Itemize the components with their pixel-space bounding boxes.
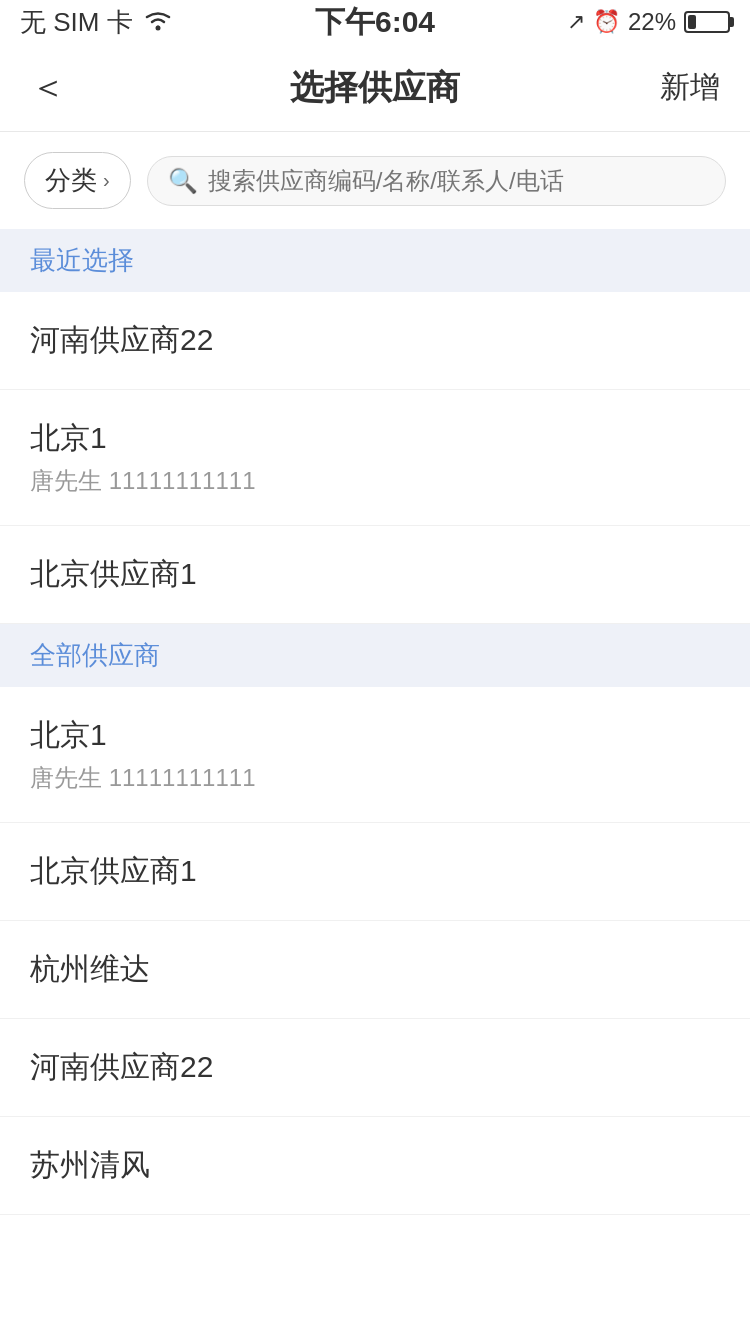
filter-bar: 分类 › 🔍 (0, 132, 750, 229)
list-item[interactable]: 北京供应商1 (0, 526, 750, 624)
list-item[interactable]: 北京供应商1 (0, 823, 750, 921)
location-icon: ↗ (567, 9, 585, 35)
item-name: 苏州清风 (30, 1145, 720, 1186)
wifi-icon (143, 7, 173, 38)
category-label: 分类 (45, 163, 97, 198)
recent-section-header: 最近选择 (0, 229, 750, 292)
recent-section-label: 最近选择 (30, 245, 134, 275)
all-section-header: 全部供应商 (0, 624, 750, 687)
status-time: 下午6:04 (315, 2, 435, 43)
no-sim-label: 无 SIM 卡 (20, 5, 133, 40)
search-icon: 🔍 (168, 167, 198, 195)
all-list: 北京1 唐先生 11111111111 北京供应商1 杭州维达 河南供应商22 … (0, 687, 750, 1215)
status-bar: 无 SIM 卡 下午6:04 ↗ ⏰ 22% (0, 0, 750, 44)
alarm-icon: ⏰ (593, 9, 620, 35)
item-name: 北京供应商1 (30, 554, 720, 595)
list-item[interactable]: 北京1 唐先生 11111111111 (0, 390, 750, 526)
svg-point-0 (155, 25, 160, 30)
recent-list: 河南供应商22 北京1 唐先生 11111111111 北京供应商1 (0, 292, 750, 624)
all-section-label: 全部供应商 (30, 640, 160, 670)
nav-bar: ＜ 选择供应商 新增 (0, 44, 750, 132)
search-box[interactable]: 🔍 (147, 156, 726, 206)
list-item[interactable]: 北京1 唐先生 11111111111 (0, 687, 750, 823)
chevron-right-icon: › (103, 169, 110, 192)
search-input[interactable] (208, 167, 705, 195)
battery-percent: 22% (628, 8, 676, 36)
item-contact: 唐先生 11111111111 (30, 465, 720, 497)
item-name: 北京供应商1 (30, 851, 720, 892)
status-right: ↗ ⏰ 22% (567, 8, 730, 36)
item-contact: 唐先生 11111111111 (30, 762, 720, 794)
item-name: 河南供应商22 (30, 320, 720, 361)
category-button[interactable]: 分类 › (24, 152, 131, 209)
list-item[interactable]: 河南供应商22 (0, 292, 750, 390)
list-item[interactable]: 杭州维达 (0, 921, 750, 1019)
item-name: 河南供应商22 (30, 1047, 720, 1088)
item-name: 杭州维达 (30, 949, 720, 990)
back-button[interactable]: ＜ (30, 63, 90, 112)
item-name: 北京1 (30, 715, 720, 756)
item-name: 北京1 (30, 418, 720, 459)
battery-icon (684, 11, 730, 33)
add-button[interactable]: 新增 (660, 67, 720, 108)
page-title: 选择供应商 (90, 65, 660, 111)
status-left: 无 SIM 卡 (20, 5, 173, 40)
list-item[interactable]: 河南供应商22 (0, 1019, 750, 1117)
list-item[interactable]: 苏州清风 (0, 1117, 750, 1215)
